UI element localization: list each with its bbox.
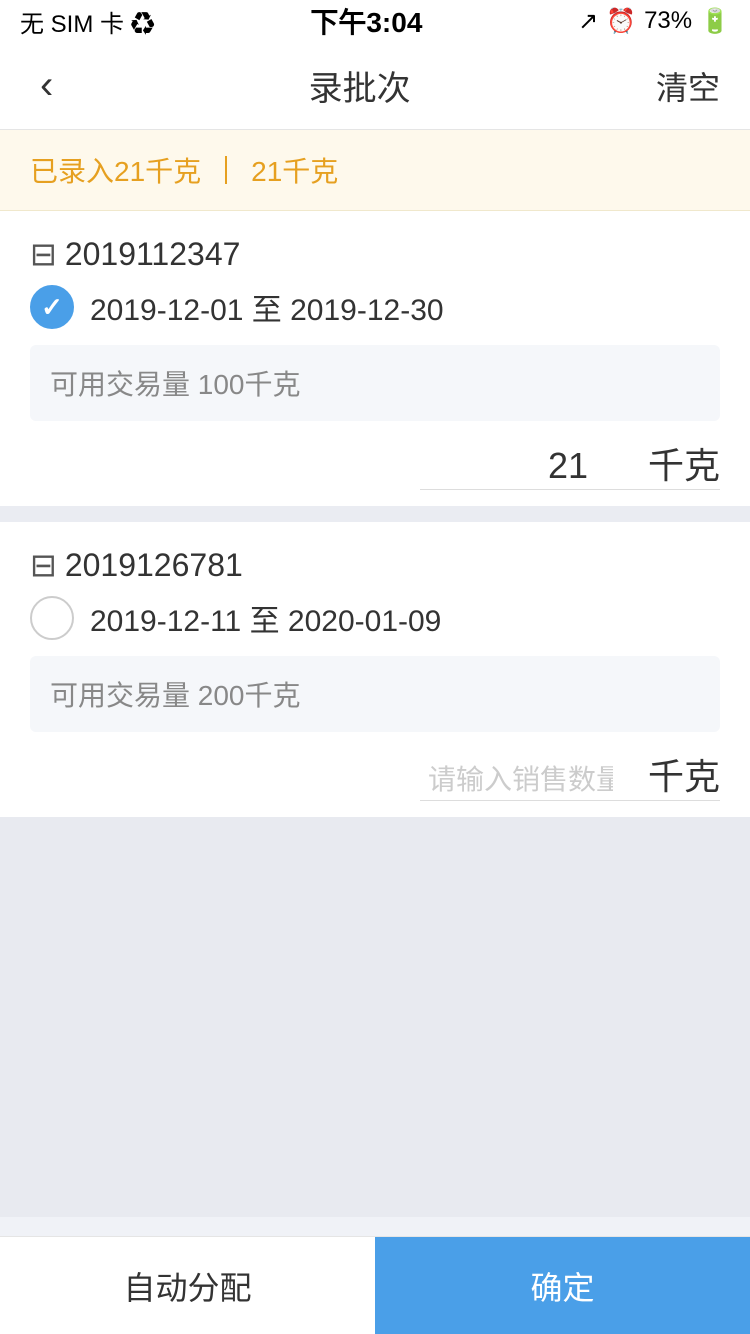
batch1-header: ⊟ 2019112347 <box>30 235 720 273</box>
status-bar: 无 SIM 卡 ♻ 下午3:04 ↗ ⏰ 73% 🔋 <box>0 0 750 42</box>
batch2-quantity-wrapper: 千克 <box>0 732 750 817</box>
batch1-volume-row: 可用交易量 100千克 <box>30 345 720 421</box>
batch1-quantity-wrapper: 21 千克 <box>0 421 750 506</box>
batch1-date-row: 2019-12-01 至 2019-12-30 <box>30 285 720 329</box>
confirm-button[interactable]: 确定 <box>375 1237 750 1334</box>
back-button[interactable]: ‹ <box>30 53 63 118</box>
batch2-unit: 千克 <box>648 748 720 800</box>
batch1-card: ⊟ 2019112347 2019-12-01 至 2019-12-30 可用交… <box>0 211 750 421</box>
batch1-quantity-value: 21 <box>548 445 588 487</box>
batch2-radio[interactable] <box>30 596 74 640</box>
auto-distribute-button[interactable]: 自动分配 <box>0 1237 375 1334</box>
battery-icon: 🔋 <box>700 7 730 36</box>
alarm-icon: ⏰ <box>606 7 636 36</box>
batch2-date-row: 2019-12-11 至 2020-01-09 <box>30 596 720 640</box>
summary-entered-label: 已录入21千克 <box>30 150 201 190</box>
batch2-date: 2019-12-11 至 2020-01-09 <box>90 596 441 640</box>
page-title: 录批次 <box>309 61 411 110</box>
status-right: ↗ ⏰ 73% 🔋 <box>578 7 730 36</box>
batch1-quantity-display: 21 千克 <box>30 437 720 489</box>
batch2-card: ⊟ 2019126781 2019-12-11 至 2020-01-09 可用交… <box>0 522 750 732</box>
batch1-volume-text: 可用交易量 100千克 <box>50 369 301 400</box>
batch2-divider <box>420 800 720 801</box>
batch2-volume-text: 可用交易量 200千克 <box>50 680 301 711</box>
summary-banner: 已录入21千克 21千克 <box>0 130 750 211</box>
bottom-empty-area <box>0 817 750 1217</box>
batch1-divider <box>420 489 720 490</box>
batch2-volume-row: 可用交易量 200千克 <box>30 656 720 732</box>
clear-button[interactable]: 清空 <box>656 63 720 109</box>
summary-value: 21千克 <box>251 150 338 190</box>
location-icon: ↗ <box>578 7 598 36</box>
batch1-id-icon: ⊟ <box>30 235 57 273</box>
sim-status: 无 SIM 卡 ♻ <box>20 4 155 39</box>
batch1-id: 2019112347 <box>65 236 241 273</box>
batch1-radio[interactable] <box>30 285 74 329</box>
batch2-header: ⊟ 2019126781 <box>30 546 720 584</box>
batch2-quantity-display: 千克 <box>30 748 720 800</box>
batch2-id-icon: ⊟ <box>30 546 57 584</box>
section-divider-1 <box>0 506 750 522</box>
nav-bar: ‹ 录批次 清空 <box>0 42 750 130</box>
batch2-id: 2019126781 <box>65 547 243 584</box>
status-time: 下午3:04 <box>310 1 422 41</box>
summary-divider <box>225 156 227 184</box>
status-left: 无 SIM 卡 ♻ <box>20 4 155 39</box>
bottom-buttons: 自动分配 确定 <box>0 1236 750 1334</box>
batch1-unit: 千克 <box>648 437 720 489</box>
batch2-quantity-input[interactable] <box>428 756 628 798</box>
batch1-date: 2019-12-01 至 2019-12-30 <box>90 285 444 329</box>
battery-level: 73% <box>644 7 692 35</box>
